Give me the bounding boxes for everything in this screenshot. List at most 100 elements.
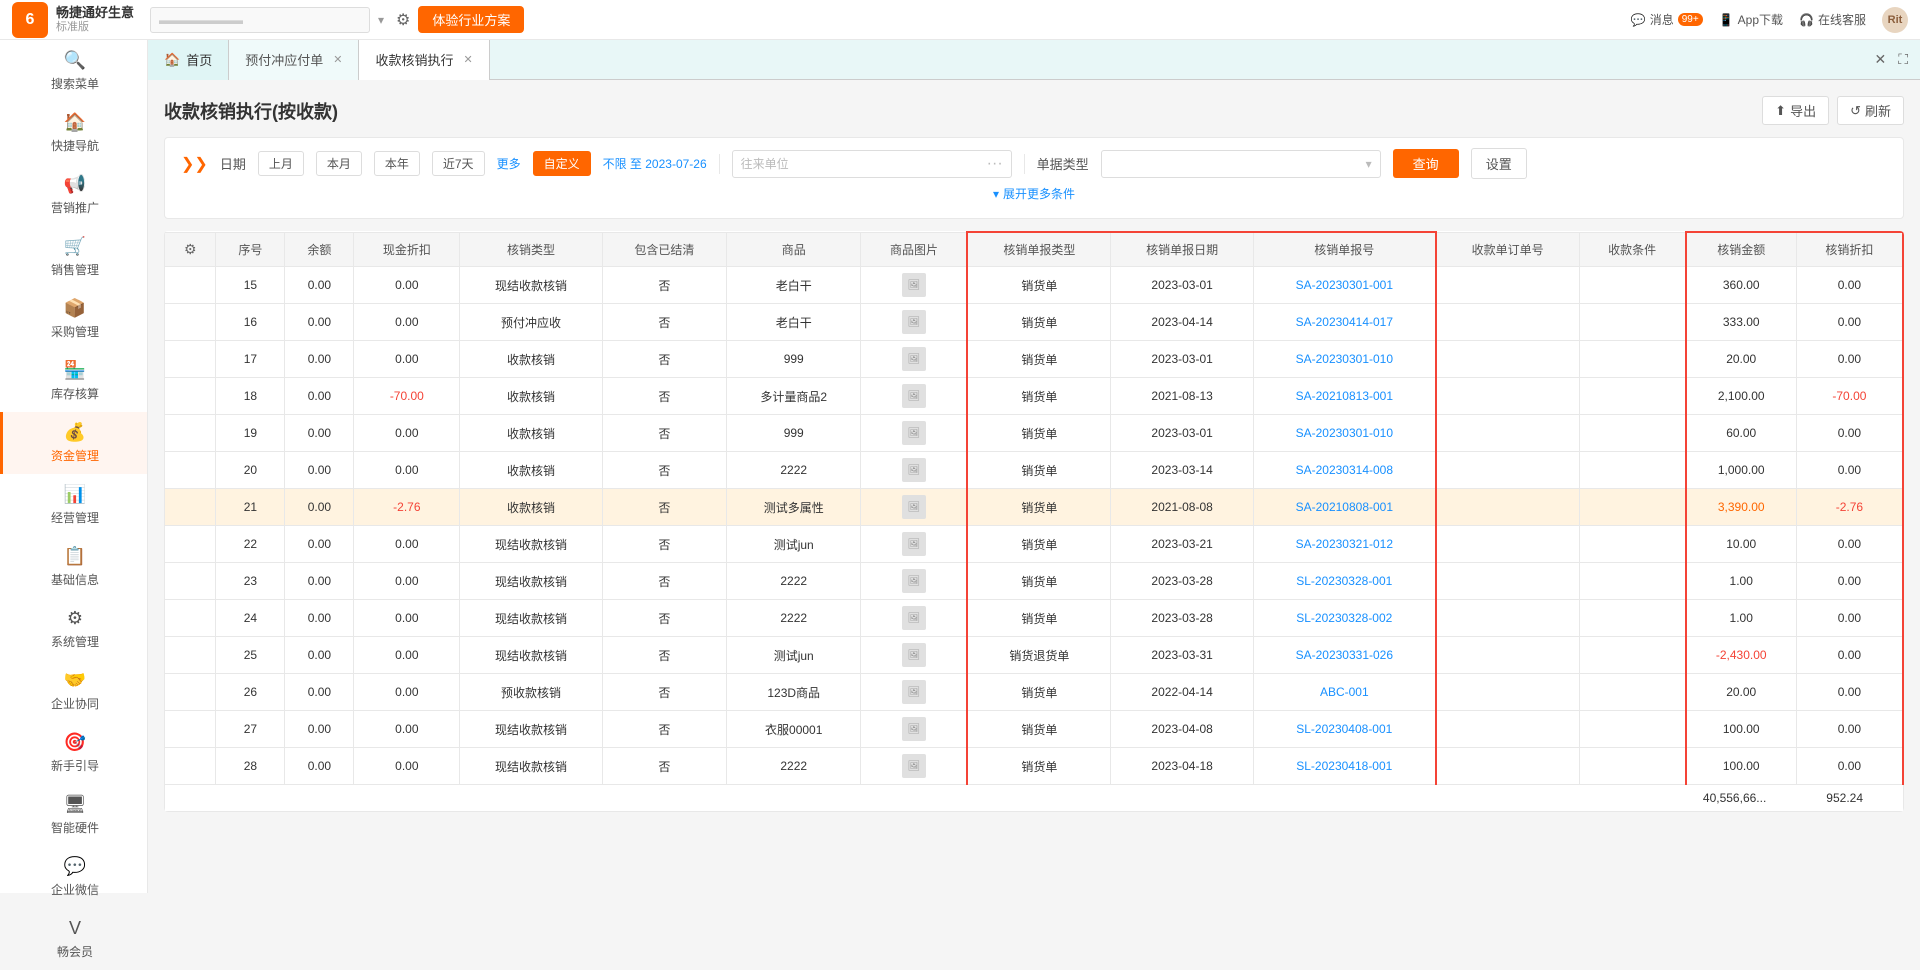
expand-row: ▾ 展开更多条件 xyxy=(181,183,1887,204)
sidebar-item-operation[interactable]: 📊 经营管理 xyxy=(0,474,147,536)
col-include-settled-cell: 否 xyxy=(602,526,726,563)
sidebar-item-capital[interactable]: 💰 资金管理 xyxy=(0,412,147,474)
sidebar-item-enterprise[interactable]: 🤝 企业协同 xyxy=(0,660,147,722)
purchase-icon: 📦 xyxy=(64,298,86,319)
industry-solution-button[interactable]: 体验行业方案 xyxy=(418,6,524,33)
col-cash-discount-cell: 0.00 xyxy=(354,415,460,452)
col-verify-discount-cell: 0.00 xyxy=(1796,452,1903,489)
sidebar-item-guide[interactable]: 🎯 新手引导 xyxy=(0,722,147,784)
footer-verify-amount: 40,556,66... xyxy=(1703,791,1766,805)
col-collection-order-cell xyxy=(1436,674,1579,711)
tab-expand-icon[interactable]: ⛶ xyxy=(1894,47,1912,72)
goods-img-cell: 🖼 xyxy=(861,748,968,785)
expand-conditions-button[interactable]: ▾ 展开更多条件 xyxy=(985,183,1083,204)
col-bill-report-no-cell: SA-20210808-001 xyxy=(1253,489,1435,526)
col-settings-cell xyxy=(165,452,216,489)
col-verify-discount-cell: 0.00 xyxy=(1796,304,1903,341)
sidebar-item-quick-nav[interactable]: 🏠 快捷导航 xyxy=(0,102,147,164)
col-balance-cell: 0.00 xyxy=(285,600,354,637)
tab-home[interactable]: 🏠 首页 xyxy=(148,40,229,80)
filter-collapse-icon[interactable]: ❯❯ xyxy=(181,154,208,174)
app-download-button[interactable]: 📱 App下载 xyxy=(1719,11,1783,28)
col-goods-cell: 2222 xyxy=(727,452,861,489)
sidebar-item-wechat[interactable]: 💬 企业微信 xyxy=(0,846,147,908)
tab-close-all-icon[interactable]: ✕ xyxy=(1870,47,1890,72)
col-bill-report-date-cell: 2023-03-28 xyxy=(1111,563,1254,600)
col-collection-condition-cell xyxy=(1579,489,1686,526)
col-settings-header[interactable]: ⚙ xyxy=(165,232,216,267)
col-seq-cell: 16 xyxy=(216,304,285,341)
filter-this-month[interactable]: 本月 xyxy=(316,151,362,176)
col-collection-condition-cell xyxy=(1579,748,1686,785)
col-bill-report-type-cell: 销货单 xyxy=(967,341,1110,378)
col-settings-cell xyxy=(165,489,216,526)
sidebar-item-marketing[interactable]: 📢 营销推广 xyxy=(0,164,147,226)
col-cash-discount-cell: 0.00 xyxy=(354,526,460,563)
top-bar: 6 畅捷通好生意 标准版 ▬▬▬▬▬▬▬ ▾ ⚙ 体验行业方案 💬 消息 99+… xyxy=(0,0,1920,40)
goods-img-cell: 🖼 xyxy=(861,341,968,378)
filter-custom[interactable]: 自定义 xyxy=(533,151,591,176)
col-bill-report-type-cell: 销货单 xyxy=(967,711,1110,748)
sidebar-item-sales[interactable]: 🛒 销售管理 xyxy=(0,226,147,288)
tab-collection-close-icon[interactable]: ✕ xyxy=(463,53,472,66)
tab-collection[interactable]: 收款核销执行 ✕ xyxy=(359,40,489,80)
col-verify-discount-cell: 0.00 xyxy=(1796,637,1903,674)
content-area: 收款核销执行(按收款) ⬆ 导出 ↺ 刷新 ❯❯ 日期 上 xyxy=(148,80,1920,893)
global-search[interactable]: ▬▬▬▬▬▬▬ xyxy=(150,7,370,33)
col-collection-order-cell xyxy=(1436,563,1579,600)
col-seq-cell: 19 xyxy=(216,415,285,452)
col-balance-cell: 0.00 xyxy=(285,711,354,748)
sidebar-item-system[interactable]: ⚙ 系统管理 xyxy=(0,598,147,660)
filter-this-year[interactable]: 本年 xyxy=(374,151,420,176)
col-verify-amount-cell: 20.00 xyxy=(1686,674,1797,711)
sidebar-item-basic[interactable]: 📋 基础信息 xyxy=(0,536,147,598)
col-bill-report-type-cell: 销货单 xyxy=(967,304,1110,341)
col-include-settled-cell: 否 xyxy=(602,415,726,452)
search-chevron-icon[interactable]: ▾ xyxy=(378,13,384,27)
col-collection-order-header: 收款单订单号 xyxy=(1436,232,1579,267)
sidebar-item-hardware[interactable]: 🖥 智能硬件 xyxy=(0,784,147,846)
message-button[interactable]: 💬 消息 99+ xyxy=(1631,11,1703,28)
goods-img-cell: 🖼 xyxy=(861,489,968,526)
col-cash-discount-cell: 0.00 xyxy=(354,304,460,341)
goods-img-cell: 🖼 xyxy=(861,304,968,341)
partner-field[interactable]: 往来单位 ··· xyxy=(732,150,1012,178)
col-bill-report-no-cell: ABC-001 xyxy=(1253,674,1435,711)
goods-img-cell: 🖼 xyxy=(861,452,968,489)
col-bill-report-type-cell: 销货单 xyxy=(967,378,1110,415)
table-settings-icon[interactable]: ⚙ xyxy=(184,241,197,257)
sidebar-item-member[interactable]: V 畅会员 xyxy=(0,908,147,970)
col-balance-cell: 0.00 xyxy=(285,267,354,304)
member-icon: V xyxy=(69,918,81,939)
user-avatar[interactable]: Rit xyxy=(1882,7,1908,33)
marketing-icon: 📢 xyxy=(64,174,86,195)
query-button[interactable]: 查询 xyxy=(1393,149,1459,178)
sidebar-item-inventory[interactable]: 🏪 库存核算 xyxy=(0,350,147,412)
settings-icon[interactable]: ⚙ xyxy=(396,10,410,30)
settings-button[interactable]: 设置 xyxy=(1471,148,1527,179)
online-service-button[interactable]: 🎧 在线客服 xyxy=(1799,11,1866,28)
col-collection-order-cell xyxy=(1436,415,1579,452)
col-verify-discount-cell: 0.00 xyxy=(1796,711,1903,748)
col-bill-report-date-cell: 2023-03-21 xyxy=(1111,526,1254,563)
filter-more[interactable]: 更多 xyxy=(497,155,521,172)
refresh-button[interactable]: ↺ 刷新 xyxy=(1837,96,1904,125)
col-bill-report-no-cell: SA-20230301-001 xyxy=(1253,267,1435,304)
col-goods-cell: 测试jun xyxy=(727,526,861,563)
sidebar-item-search[interactable]: 🔍 搜索菜单 xyxy=(0,40,147,102)
bill-type-select[interactable]: ▾ xyxy=(1101,150,1381,178)
col-verify-type-cell: 现结收款核销 xyxy=(460,526,603,563)
filter-divider-1 xyxy=(719,154,720,174)
col-verify-discount-cell: 0.00 xyxy=(1796,563,1903,600)
col-seq-cell: 22 xyxy=(216,526,285,563)
col-cash-discount-cell: 0.00 xyxy=(354,341,460,378)
filter-7-days[interactable]: 近7天 xyxy=(432,151,485,176)
tab-prepay[interactable]: 预付冲应付单 ✕ xyxy=(229,40,359,80)
sidebar-item-purchase[interactable]: 📦 采购管理 xyxy=(0,288,147,350)
col-collection-condition-cell xyxy=(1579,341,1686,378)
tab-prepay-close-icon[interactable]: ✕ xyxy=(333,53,342,66)
col-balance-header: 余额 xyxy=(285,232,354,267)
export-icon: ⬆ xyxy=(1775,103,1786,119)
filter-last-month[interactable]: 上月 xyxy=(258,151,304,176)
export-button[interactable]: ⬆ 导出 xyxy=(1762,96,1829,125)
